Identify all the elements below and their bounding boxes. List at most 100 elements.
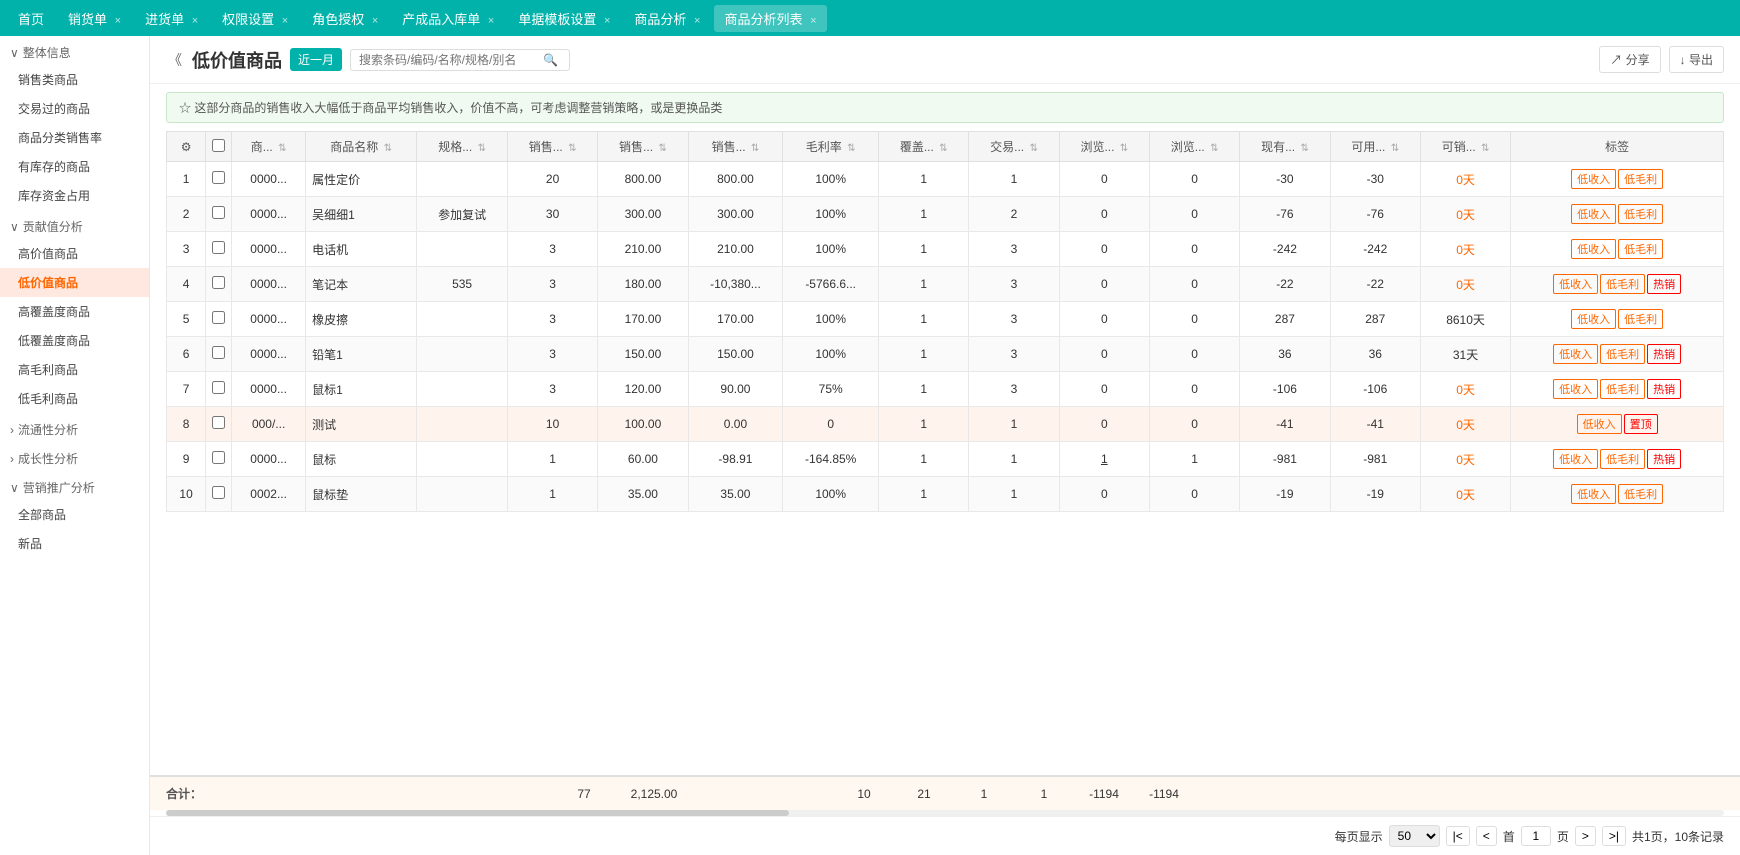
col-spec[interactable]: 规格... ⇅ <box>417 132 508 162</box>
first-page-button[interactable]: |< <box>1446 826 1470 846</box>
row-checkbox[interactable] <box>212 416 225 429</box>
row-checkbox[interactable] <box>212 171 225 184</box>
cell-checkbox[interactable] <box>206 337 232 372</box>
nav-sales-close[interactable]: × <box>115 15 121 27</box>
nav-sales[interactable]: 销货单 × <box>58 5 131 32</box>
cell-checkbox[interactable] <box>206 372 232 407</box>
sidebar-item-high-margin[interactable]: 高毛利商品 <box>0 355 149 384</box>
cell-checkbox[interactable] <box>206 162 232 197</box>
search-input[interactable] <box>359 53 539 67</box>
sidebar-group-marketing[interactable]: ∨ 营销推广分析 <box>0 471 149 500</box>
cell-browse1[interactable]: 0 <box>1059 162 1149 197</box>
period-button[interactable]: 近一月 <box>290 48 342 71</box>
col-margin[interactable]: 毛利率 ⇅ <box>783 132 879 162</box>
nav-stock-in[interactable]: 产成品入库单 × <box>392 5 504 32</box>
browse1-link[interactable]: 0 <box>1101 207 1108 221</box>
nav-role[interactable]: 角色授权 × <box>302 5 388 32</box>
col-sale-qty[interactable]: 销售... ⇅ <box>507 132 597 162</box>
col-code[interactable]: 商... ⇅ <box>232 132 306 162</box>
cell-browse1[interactable]: 0 <box>1059 302 1149 337</box>
col-browse1[interactable]: 浏览... ⇅ <box>1059 132 1149 162</box>
col-checkbox[interactable] <box>206 132 232 162</box>
sidebar-item-category-rate[interactable]: 商品分类销售率 <box>0 123 149 152</box>
nav-analysis-list-close[interactable]: × <box>810 15 816 27</box>
nav-template-close[interactable]: × <box>604 15 610 27</box>
col-available[interactable]: 可用... ⇅ <box>1330 132 1420 162</box>
row-checkbox[interactable] <box>212 486 225 499</box>
sidebar-group-growth[interactable]: › 成长性分析 <box>0 442 149 471</box>
browse1-link[interactable]: 1 <box>1101 452 1108 466</box>
nav-home[interactable]: 首页 <box>8 5 54 32</box>
cell-checkbox[interactable] <box>206 267 232 302</box>
col-trade[interactable]: 交易... ⇅ <box>969 132 1059 162</box>
browse1-link[interactable]: 0 <box>1101 382 1108 396</box>
sidebar-item-low-coverage[interactable]: 低覆盖度商品 <box>0 326 149 355</box>
next-page-button[interactable]: > <box>1575 826 1596 846</box>
sidebar-item-stocked-products[interactable]: 有库存的商品 <box>0 152 149 181</box>
cell-browse1[interactable]: 0 <box>1059 372 1149 407</box>
nav-role-close[interactable]: × <box>372 15 378 27</box>
row-checkbox[interactable] <box>212 206 225 219</box>
browse1-link[interactable]: 0 <box>1101 312 1108 326</box>
cell-browse1[interactable]: 0 <box>1059 407 1149 442</box>
browse1-link[interactable]: 0 <box>1101 172 1108 186</box>
col-settings[interactable]: ⚙ <box>167 132 206 162</box>
nav-stock-in-close[interactable]: × <box>488 15 494 27</box>
browse1-link[interactable]: 0 <box>1101 347 1108 361</box>
nav-purchase-close[interactable]: × <box>192 15 198 27</box>
sidebar-item-low-margin[interactable]: 低毛利商品 <box>0 384 149 413</box>
row-checkbox[interactable] <box>212 241 225 254</box>
cell-browse1[interactable]: 1 <box>1059 442 1149 477</box>
nav-analysis[interactable]: 商品分析 × <box>624 5 710 32</box>
last-page-button[interactable]: >| <box>1602 826 1626 846</box>
cell-browse1[interactable]: 0 <box>1059 477 1149 512</box>
col-current-stock[interactable]: 现有... ⇅ <box>1240 132 1330 162</box>
nav-analysis-close[interactable]: × <box>694 15 700 27</box>
cell-browse1[interactable]: 0 <box>1059 267 1149 302</box>
nav-permission[interactable]: 权限设置 × <box>212 5 298 32</box>
col-sellable[interactable]: 可销... ⇅ <box>1420 132 1510 162</box>
row-checkbox[interactable] <box>212 346 225 359</box>
sidebar-group-circulation[interactable]: › 流通性分析 <box>0 413 149 442</box>
cell-browse1[interactable]: 0 <box>1059 197 1149 232</box>
cell-checkbox[interactable] <box>206 407 232 442</box>
browse1-link[interactable]: 0 <box>1101 242 1108 256</box>
sidebar-item-new-products[interactable]: 新品 <box>0 529 149 558</box>
sidebar-group-overall[interactable]: ∨ 整体信息 <box>0 36 149 65</box>
cell-checkbox[interactable] <box>206 477 232 512</box>
export-button[interactable]: ↓ 导出 <box>1669 46 1724 73</box>
row-checkbox[interactable] <box>212 381 225 394</box>
sidebar-item-traded-products[interactable]: 交易过的商品 <box>0 94 149 123</box>
browse1-link[interactable]: 0 <box>1101 417 1108 431</box>
nav-permission-close[interactable]: × <box>282 15 288 27</box>
cell-checkbox[interactable] <box>206 197 232 232</box>
col-browse2[interactable]: 浏览... ⇅ <box>1149 132 1239 162</box>
page-size-select[interactable]: 50 100 200 <box>1389 825 1440 847</box>
sidebar-item-all-products[interactable]: 全部商品 <box>0 500 149 529</box>
sidebar-item-high-coverage[interactable]: 高覆盖度商品 <box>0 297 149 326</box>
sidebar-item-low-value[interactable]: 低价值商品 <box>0 268 149 297</box>
col-tags[interactable]: 标签 <box>1511 132 1724 162</box>
cell-browse1[interactable]: 0 <box>1059 337 1149 372</box>
nav-purchase[interactable]: 进货单 × <box>135 5 208 32</box>
browse1-link[interactable]: 0 <box>1101 277 1108 291</box>
col-sale-amount[interactable]: 销售... ⇅ <box>688 132 783 162</box>
sidebar-item-stock-capital[interactable]: 库存资金占用 <box>0 181 149 210</box>
row-checkbox[interactable] <box>212 311 225 324</box>
prev-page-button[interactable]: < <box>1476 826 1497 846</box>
nav-analysis-list[interactable]: 商品分析列表 × <box>714 5 826 32</box>
share-button[interactable]: ↗ 分享 <box>1599 46 1660 73</box>
sidebar-toggle-button[interactable]: 《 <box>166 48 184 72</box>
cell-checkbox[interactable] <box>206 232 232 267</box>
sidebar-item-high-value[interactable]: 高价值商品 <box>0 239 149 268</box>
row-checkbox[interactable] <box>212 276 225 289</box>
col-name[interactable]: 商品名称 ⇅ <box>306 132 417 162</box>
select-all-checkbox[interactable] <box>212 139 225 152</box>
cell-checkbox[interactable] <box>206 442 232 477</box>
cell-checkbox[interactable] <box>206 302 232 337</box>
row-checkbox[interactable] <box>212 451 225 464</box>
sidebar-item-sales-products[interactable]: 销售类商品 <box>0 65 149 94</box>
browse1-link[interactable]: 0 <box>1101 487 1108 501</box>
page-input[interactable] <box>1521 826 1551 846</box>
sidebar-group-contribution[interactable]: ∨ 贡献值分析 <box>0 210 149 239</box>
